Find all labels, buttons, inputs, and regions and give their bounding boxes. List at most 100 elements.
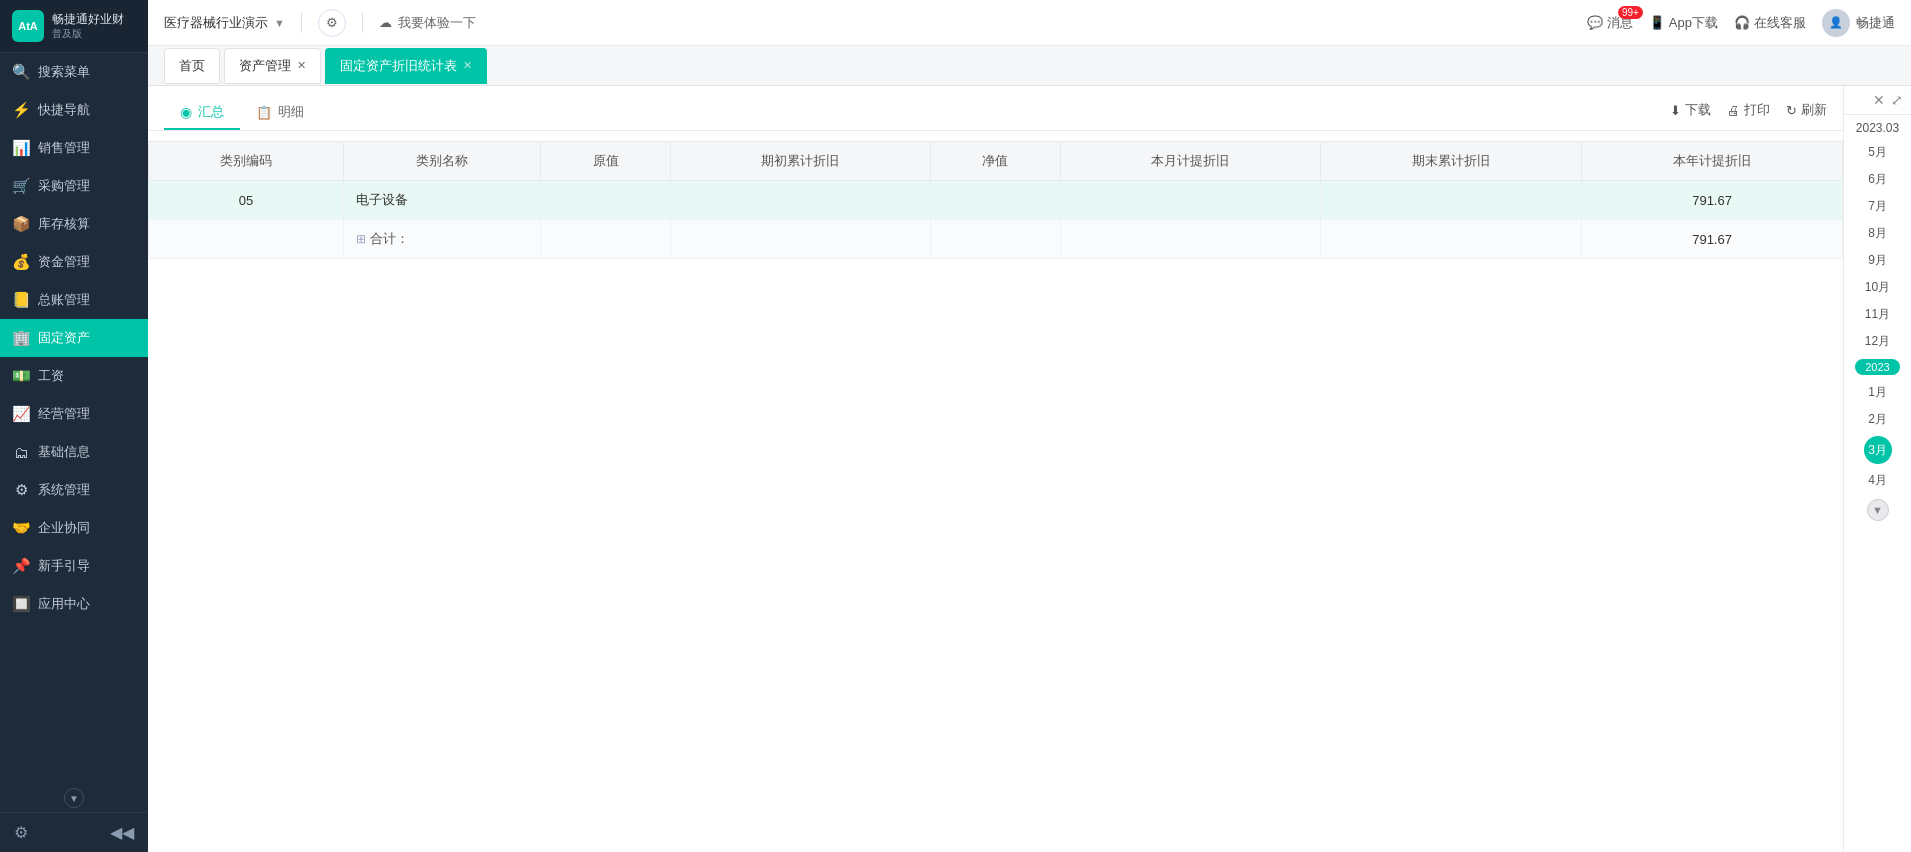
sidebar-item-operation[interactable]: 📈 经营管理 [0, 395, 148, 433]
sidebar-item-quick-nav[interactable]: ⚡ 快捷导航 [0, 91, 148, 129]
sidebar-item-purchase[interactable]: 🛒 采购管理 [0, 167, 148, 205]
app-download-button[interactable]: 📱 App下载 [1649, 14, 1718, 32]
online-service-button[interactable]: 🎧 在线客服 [1734, 14, 1806, 32]
experience-button[interactable]: ☁ 我要体验一下 [379, 14, 476, 32]
purchase-icon: 🛒 [12, 177, 30, 195]
sidebar-item-funds[interactable]: 💰 资金管理 [0, 243, 148, 281]
col-annual-depreciation: 本年计提折旧 [1582, 142, 1843, 181]
system-icon: ⚙ [12, 481, 30, 499]
sidebar-item-system[interactable]: ⚙ 系统管理 [0, 471, 148, 509]
col-code: 类别编码 [149, 142, 344, 181]
ledger-icon: 📒 [12, 291, 30, 309]
sidebar-item-guide[interactable]: 📌 新手引导 [0, 547, 148, 585]
date-item-9[interactable]: 9月 [1844, 247, 1911, 274]
apps-icon: 🔲 [12, 595, 30, 613]
sidebar-item-ledger[interactable]: 📒 总账管理 [0, 281, 148, 319]
date-item-jan[interactable]: 1月 [1844, 379, 1911, 406]
close-tab-depreciation-button[interactable]: ✕ [463, 59, 472, 72]
col-name: 类别名称 [343, 142, 541, 181]
avatar: 👤 [1822, 9, 1850, 37]
print-icon: 🖨 [1727, 103, 1740, 118]
subtab-detail[interactable]: 📋 明细 [240, 96, 320, 130]
col-monthly-depreciation: 本月计提折旧 [1060, 142, 1321, 181]
salary-icon: 💵 [12, 367, 30, 385]
total-empty [149, 220, 344, 259]
date-item-12[interactable]: 12月 [1844, 328, 1911, 355]
sidebar-item-fixed-assets[interactable]: 🏢 固定资产 [0, 319, 148, 357]
sidebar-item-basic-info[interactable]: 🗂 基础信息 [0, 433, 148, 471]
sidebar-item-apps[interactable]: 🔲 应用中心 [0, 585, 148, 623]
operation-icon: 📈 [12, 405, 30, 423]
subtab-bar: ◉ 汇总 📋 明细 ⬇ 下载 🖨 打印 [148, 86, 1843, 131]
tab-asset-management[interactable]: 资产管理 ✕ [224, 48, 321, 84]
notification-badge: 99+ [1618, 6, 1643, 19]
topbar-settings-button[interactable]: ⚙ [318, 9, 346, 37]
cell-initial-depreciation [670, 181, 931, 220]
close-tab-asset-management-button[interactable]: ✕ [297, 59, 306, 72]
summary-icon: ◉ [180, 104, 192, 120]
avatar-icon: 👤 [1829, 16, 1843, 29]
total-label: ⊞ 合计： [343, 220, 541, 259]
date-item-11[interactable]: 11月 [1844, 301, 1911, 328]
date-panel-title: 2023.03 [1844, 115, 1911, 139]
sidebar-item-inventory[interactable]: 📦 库存核算 [0, 205, 148, 243]
sales-icon: 📊 [12, 139, 30, 157]
detail-icon: 📋 [256, 105, 272, 120]
table-wrap: 类别编码 类别名称 原值 期初累计折旧 净值 本月计提折旧 期末累计折旧 本年计… [148, 131, 1843, 852]
total-initial-depreciation [670, 220, 931, 259]
enterprise-icon: 🤝 [12, 519, 30, 537]
settings-bottom-icon[interactable]: ⚙ [14, 823, 28, 842]
date-item-10[interactable]: 10月 [1844, 274, 1911, 301]
subtab-left: ◉ 汇总 📋 明细 [164, 96, 320, 130]
scroll-down-date-button[interactable]: ▼ [1844, 494, 1911, 526]
expand-date-panel-button[interactable]: ⤢ [1891, 92, 1903, 108]
download-button[interactable]: ⬇ 下载 [1670, 101, 1711, 119]
col-original-value: 原值 [541, 142, 670, 181]
content-area: ◉ 汇总 📋 明细 ⬇ 下载 🖨 打印 [148, 86, 1911, 852]
refresh-icon: ↻ [1786, 103, 1797, 118]
refresh-button[interactable]: ↻ 刷新 [1786, 101, 1827, 119]
user-profile-button[interactable]: 👤 畅捷通 [1822, 9, 1895, 37]
funds-icon: 💰 [12, 253, 30, 271]
total-ending-depreciation [1321, 220, 1582, 259]
collapse-sidebar-button[interactable]: ◀◀ [110, 823, 134, 842]
sidebar-item-enterprise[interactable]: 🤝 企业协同 [0, 509, 148, 547]
lightning-icon: ⚡ [12, 101, 30, 119]
topbar-right: 💬 消息 99+ 📱 App下载 🎧 在线客服 👤 畅捷通 [1587, 9, 1895, 37]
company-selector[interactable]: 医疗器械行业演示 ▼ [164, 14, 285, 32]
date-item-apr[interactable]: 4月 [1844, 467, 1911, 494]
tab-depreciation-report[interactable]: 固定资产折旧统计表 ✕ [325, 48, 487, 84]
date-item-5[interactable]: 5月 [1844, 139, 1911, 166]
notifications-button[interactable]: 💬 消息 99+ [1587, 14, 1633, 32]
chevron-down-icon: ▼ [274, 17, 285, 29]
date-item-8[interactable]: 8月 [1844, 220, 1911, 247]
scroll-down-indicator: ▼ [64, 788, 84, 808]
subtab-summary[interactable]: ◉ 汇总 [164, 96, 240, 130]
date-panel: ✕ ⤢ 2023.03 5月 6月 7月 8月 9月 10月 11月 12月 2… [1843, 86, 1911, 852]
logo-icon: AtA [12, 10, 44, 42]
table-total-row: ⊞ 合计： 791.67 [149, 220, 1843, 259]
date-item-6[interactable]: 6月 [1844, 166, 1911, 193]
date-item-mar[interactable]: 3月 [1864, 436, 1892, 464]
gear-icon: ⚙ [326, 15, 338, 30]
sidebar-item-salary[interactable]: 💵 工资 [0, 357, 148, 395]
cell-annual-depreciation: 791.67 [1582, 181, 1843, 220]
close-date-panel-button[interactable]: ✕ [1873, 92, 1885, 108]
cell-ending-depreciation [1321, 181, 1582, 220]
tab-home[interactable]: 首页 [164, 48, 220, 84]
date-item-7[interactable]: 7月 [1844, 193, 1911, 220]
total-annual-depreciation: 791.67 [1582, 220, 1843, 259]
message-icon: 💬 [1587, 15, 1603, 30]
sidebar-item-search[interactable]: 🔍 搜索菜单 [0, 53, 148, 91]
basic-info-icon: 🗂 [12, 443, 30, 461]
topbar-divider2 [362, 13, 363, 33]
sidebar-item-sales[interactable]: 📊 销售管理 [0, 129, 148, 167]
date-item-feb[interactable]: 2月 [1844, 406, 1911, 433]
year-2023-badge: 2023 [1844, 359, 1911, 375]
logo-text: 畅捷通好业财 普及版 [52, 12, 124, 41]
date-panel-header: ✕ ⤢ [1844, 86, 1911, 115]
print-button[interactable]: 🖨 打印 [1727, 101, 1770, 119]
total-icon: ⊞ [356, 232, 366, 246]
mobile-icon: 📱 [1649, 15, 1665, 30]
fixed-assets-icon: 🏢 [12, 329, 30, 347]
